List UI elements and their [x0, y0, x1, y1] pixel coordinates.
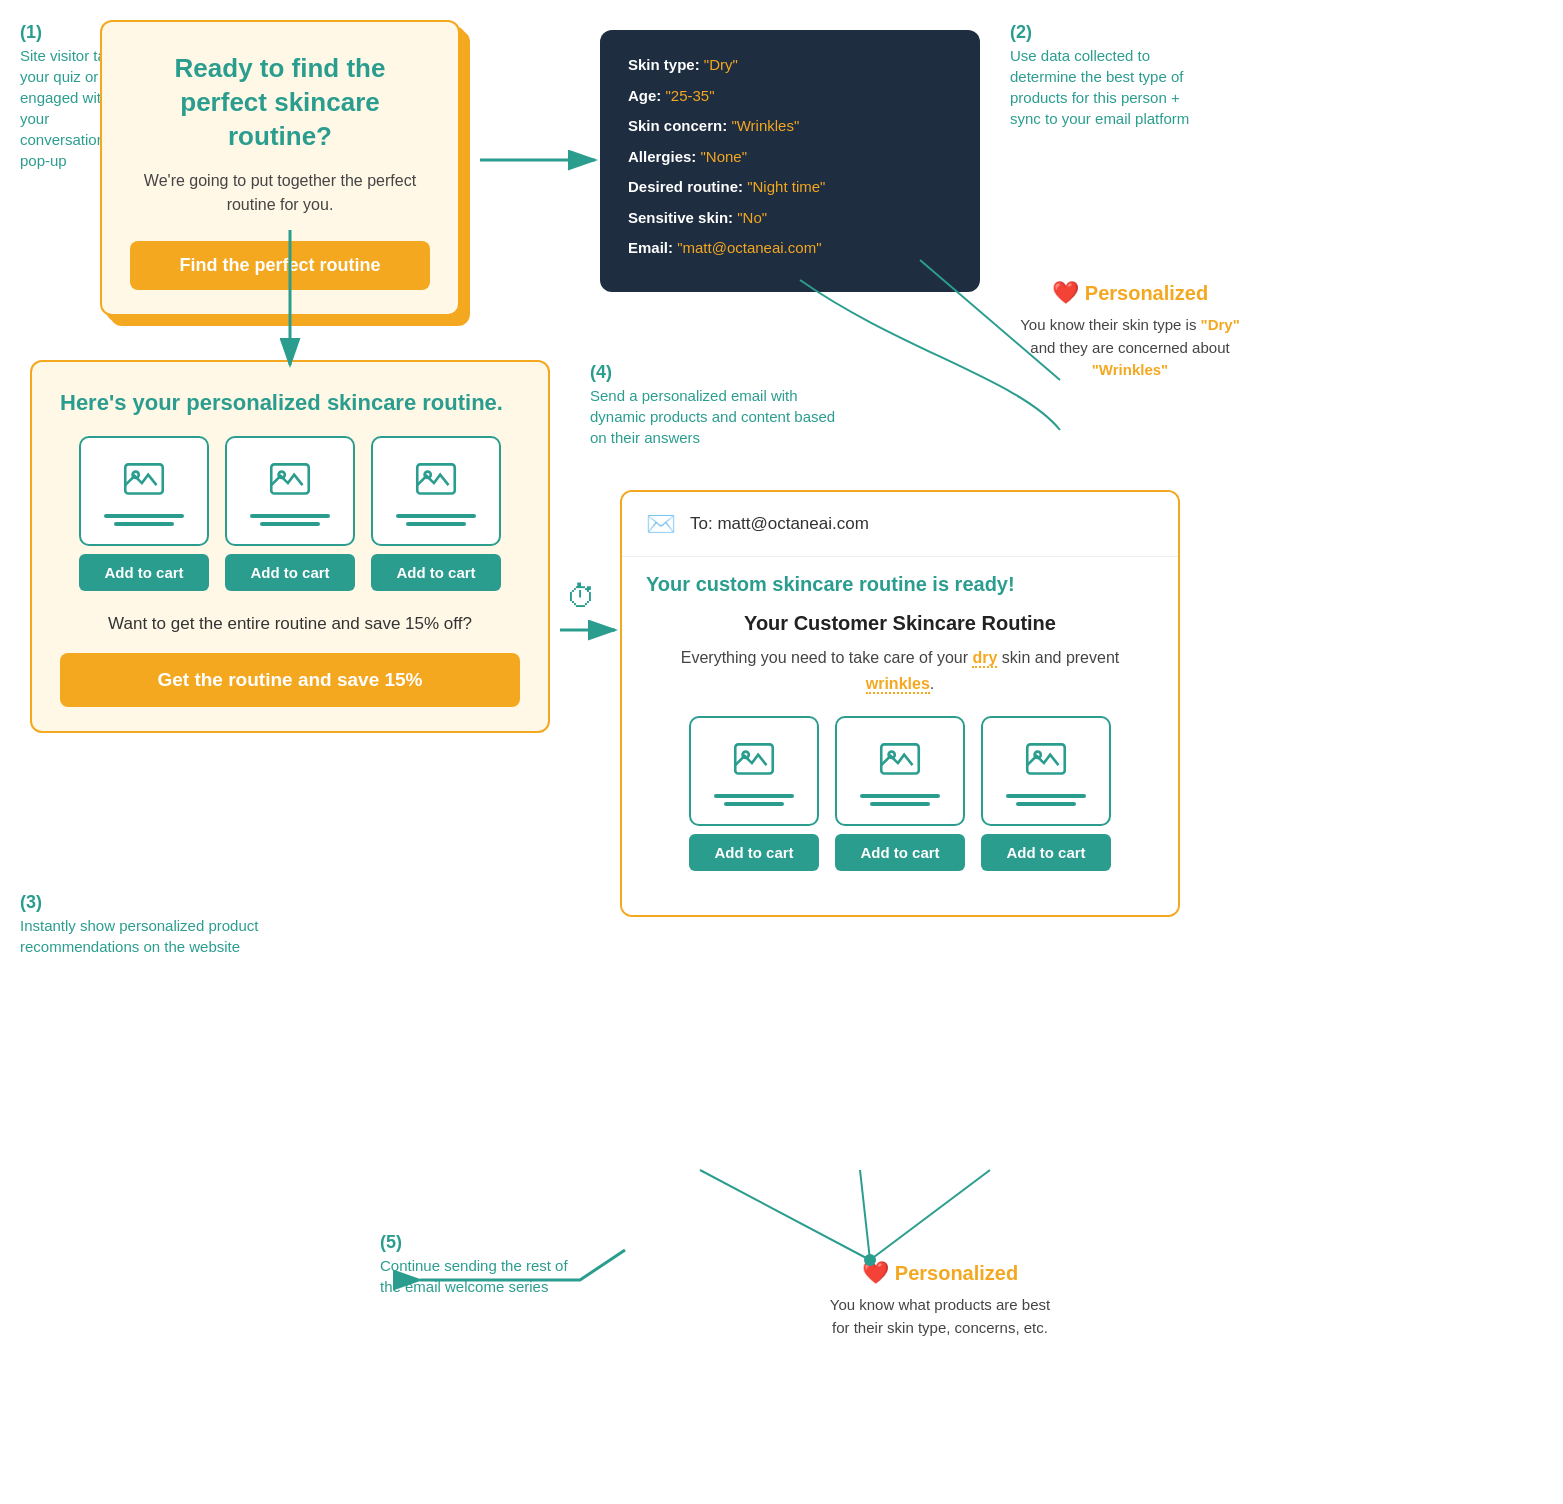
svg-point-9 — [889, 752, 895, 758]
step4-number: (4) — [590, 362, 612, 382]
data-row-routine: Desired routine: "Night time" — [628, 176, 952, 199]
email-card: ✉️ To: matt@octaneai.com Your custom ski… — [620, 490, 1180, 917]
data-row-sensitive: Sensitive skin: "No" — [628, 207, 952, 230]
data-row-skintype: Skin type: "Dry" — [628, 54, 952, 77]
email-product-2: Add to cart — [835, 716, 965, 871]
top-personalized-block: ❤️ Personalized You know their skin type… — [1020, 280, 1240, 382]
step2-number: (2) — [1010, 22, 1032, 42]
email-to: To: matt@octaneai.com — [690, 514, 869, 534]
bottom-personalized-block: ❤️ Personalized You know what products a… — [820, 1260, 1060, 1339]
heart-icon: ❤️ — [1052, 280, 1079, 306]
data-card: Skin type: "Dry" Age: "25-35" Skin conce… — [600, 30, 980, 292]
email-subject: Your custom skincare routine is ready! — [622, 557, 1178, 612]
quiz-card: Ready to find the perfect skincare routi… — [100, 20, 460, 316]
product-image-1 — [79, 436, 209, 546]
product-image-2 — [225, 436, 355, 546]
email-product-3: Add to cart — [981, 716, 1111, 871]
step3-description: Instantly show personalized product reco… — [20, 915, 300, 957]
email-product-image-2 — [835, 716, 965, 826]
step5-label: (5) Continue sending the rest of the ema… — [380, 1230, 580, 1297]
email-header: ✉️ To: matt@octaneai.com — [622, 492, 1178, 557]
step3-number: (3) — [20, 892, 42, 912]
svg-point-11 — [1035, 752, 1041, 758]
save-routine-button[interactable]: Get the routine and save 15% — [60, 653, 520, 707]
routine-card-title: Here's your personalized skincare routin… — [60, 390, 520, 416]
product-item-1: Add to cart — [79, 436, 209, 591]
add-to-cart-button-2[interactable]: Add to cart — [225, 554, 355, 591]
email-body: Your Customer Skincare Routine Everythin… — [622, 612, 1178, 915]
email-product-1: Add to cart — [689, 716, 819, 871]
step2-label: (2) Use data collected to determine the … — [1010, 20, 1210, 129]
product-image-3 — [371, 436, 501, 546]
clock-icon: ⏱ — [566, 580, 596, 614]
email-body-text: Everything you need to take care of your… — [646, 645, 1154, 696]
add-to-cart-button-3[interactable]: Add to cart — [371, 554, 501, 591]
personalized-label-bottom: Personalized — [895, 1262, 1018, 1285]
quiz-card-body: We're going to put together the perfect … — [130, 169, 430, 217]
data-row-email: Email: "matt@octaneai.com" — [628, 237, 952, 260]
data-row-age: Age: "25-35" — [628, 85, 952, 108]
quiz-card-title: Ready to find the perfect skincare routi… — [130, 52, 430, 153]
envelope-icon: ✉️ — [646, 510, 676, 538]
email-products-row: Add to cart — [646, 716, 1154, 871]
email-product-image-1 — [689, 716, 819, 826]
step3-label: (3) Instantly show personalized product … — [20, 890, 300, 957]
svg-point-5 — [425, 472, 431, 478]
email-heading: Your Customer Skincare Routine — [646, 612, 1154, 635]
svg-point-3 — [279, 472, 285, 478]
find-routine-button[interactable]: Find the perfect routine — [130, 241, 430, 290]
email-wrinkles-highlight: wrinkles — [866, 675, 930, 694]
step4-description: Send a personalized email with dynamic p… — [590, 385, 850, 448]
data-row-concern: Skin concern: "Wrinkles" — [628, 115, 952, 138]
email-add-to-cart-2[interactable]: Add to cart — [835, 834, 965, 871]
personalized-note-bottom: You know what products are best for thei… — [820, 1294, 1060, 1339]
save-text: Want to get the entire routine and save … — [60, 611, 520, 637]
step2-description: Use data collected to determine the best… — [1010, 45, 1210, 129]
routine-card: Here's your personalized skincare routin… — [30, 360, 550, 733]
add-to-cart-button-1[interactable]: Add to cart — [79, 554, 209, 591]
email-add-to-cart-1[interactable]: Add to cart — [689, 834, 819, 871]
step5-number: (5) — [380, 1232, 402, 1252]
personalized-label: Personalized — [1085, 282, 1208, 305]
svg-point-7 — [743, 752, 749, 758]
email-product-image-3 — [981, 716, 1111, 826]
step5-description: Continue sending the rest of the email w… — [380, 1255, 580, 1297]
step1-number: (1) — [20, 22, 42, 42]
step4-label: (4) Send a personalized email with dynam… — [590, 360, 850, 448]
email-dry-highlight: dry — [972, 649, 997, 668]
products-row: Add to cart — [60, 436, 520, 591]
email-add-to-cart-3[interactable]: Add to cart — [981, 834, 1111, 871]
product-item-3: Add to cart — [371, 436, 501, 591]
heart-icon-bottom: ❤️ — [862, 1260, 889, 1286]
svg-point-1 — [133, 472, 139, 478]
product-item-2: Add to cart — [225, 436, 355, 591]
personalized-note-top: You know their skin type is "Dry" and th… — [1020, 314, 1240, 382]
data-row-allergies: Allergies: "None" — [628, 146, 952, 169]
